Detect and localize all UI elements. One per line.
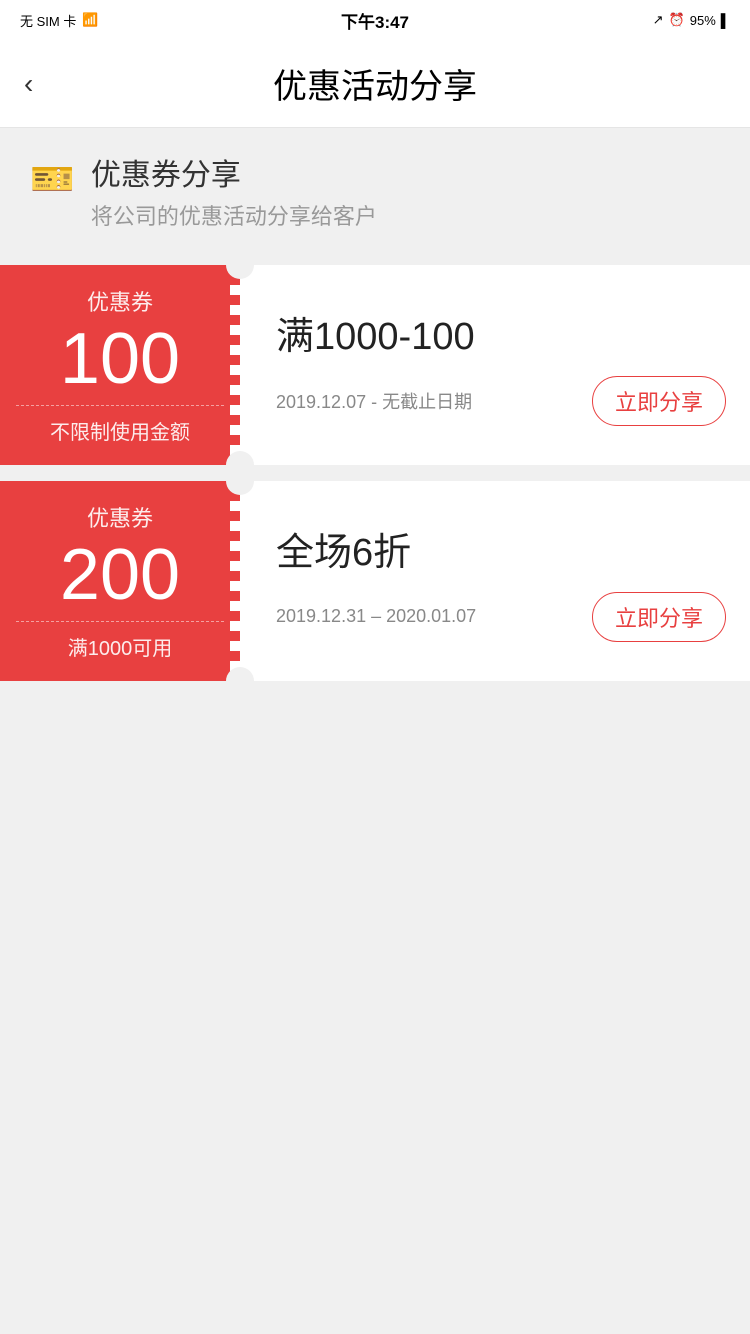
- coupon-card: 优惠券 100 不限制使用金额 满1000-100 2019.12.07 - 无…: [0, 265, 750, 465]
- coupon-name-0: 满1000-100: [276, 305, 726, 360]
- coupon-amount-1: 200: [60, 539, 180, 611]
- battery-text: 95%: [690, 13, 716, 28]
- coupon-notch-top-0: [226, 265, 254, 279]
- coupon-list: 优惠券 100 不限制使用金额 满1000-100 2019.12.07 - 无…: [0, 249, 750, 681]
- section-subtitle: 将公司的优惠活动分享给客户: [91, 199, 377, 231]
- status-time: 下午3:47: [341, 8, 409, 33]
- section-title: 优惠券分享: [91, 156, 377, 195]
- coupon-meta-1: 2019.12.31 – 2020.01.07 立即分享: [276, 592, 726, 642]
- section-header: 🎫 优惠券分享 将公司的优惠活动分享给客户: [0, 128, 750, 249]
- coupon-left-1: 优惠券 200 满1000可用: [0, 481, 240, 681]
- status-bar: 无 SIM 卡 📶 下午3:47 ↗ ⏰ 95% ▌: [0, 0, 750, 40]
- coupon-date-1: 2019.12.31 – 2020.01.07: [276, 606, 476, 627]
- status-left: 无 SIM 卡 📶: [20, 11, 99, 30]
- coupon-condition-1: 满1000可用: [68, 632, 173, 661]
- coupon-notch-top-1: [226, 481, 254, 495]
- coupon-date-0: 2019.12.07 - 无截止日期: [276, 388, 472, 414]
- alarm-icon: ⏰: [669, 12, 685, 28]
- coupon-notch-bottom-1: [226, 667, 254, 681]
- coupon-divider-1: [16, 621, 224, 622]
- back-button[interactable]: ‹: [24, 68, 33, 100]
- share-button-0[interactable]: 立即分享: [592, 376, 726, 426]
- section-text: 优惠券分享 将公司的优惠活动分享给客户: [91, 156, 377, 231]
- status-right: ↗ ⏰ 95% ▌: [653, 12, 730, 28]
- coupon-left-0: 优惠券 100 不限制使用金额: [0, 265, 240, 465]
- coupon-right-0: 满1000-100 2019.12.07 - 无截止日期 立即分享: [240, 265, 750, 465]
- coupon-label-1: 优惠券: [87, 501, 153, 533]
- nav-bar: ‹ 优惠活动分享: [0, 40, 750, 128]
- coupon-card: 优惠券 200 满1000可用 全场6折 2019.12.31 – 2020.0…: [0, 481, 750, 681]
- coupon-amount-0: 100: [60, 323, 180, 395]
- carrier-text: 无 SIM 卡: [20, 11, 76, 30]
- location-icon: ↗: [653, 12, 664, 28]
- share-button-1[interactable]: 立即分享: [592, 592, 726, 642]
- bottom-fill: [0, 697, 750, 1297]
- battery-icon: ▌: [721, 13, 730, 28]
- coupon-label-0: 优惠券: [87, 285, 153, 317]
- page-title: 优惠活动分享: [273, 59, 477, 108]
- coupon-condition-0: 不限制使用金额: [50, 416, 190, 445]
- coupon-name-1: 全场6折: [276, 521, 726, 576]
- coupon-divider-0: [16, 405, 224, 406]
- coupon-section-icon: 🎫: [30, 158, 75, 200]
- coupon-meta-0: 2019.12.07 - 无截止日期 立即分享: [276, 376, 726, 426]
- wifi-icon: 📶: [82, 12, 98, 28]
- coupon-right-1: 全场6折 2019.12.31 – 2020.01.07 立即分享: [240, 481, 750, 681]
- coupon-notch-bottom-0: [226, 451, 254, 465]
